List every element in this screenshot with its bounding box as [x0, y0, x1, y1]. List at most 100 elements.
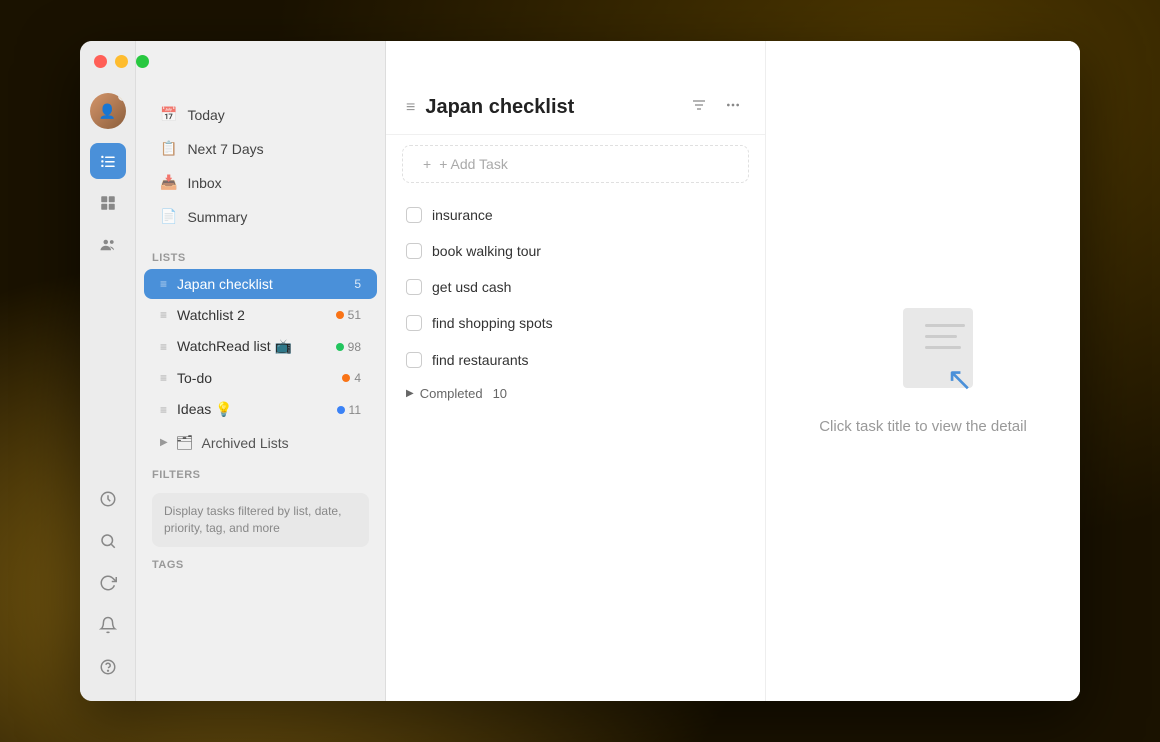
- list-item-watchread[interactable]: ≡ WatchRead list 📺 98: [144, 331, 377, 362]
- task-item[interactable]: get usd cash: [386, 269, 765, 305]
- sidebar-item-today[interactable]: 📅 Today: [144, 98, 377, 131]
- grid-icon[interactable]: [90, 185, 126, 221]
- list-item-watchlist2[interactable]: ≡ Watchlist 2 51: [144, 300, 377, 330]
- list-item-name: Watchlist 2: [177, 307, 328, 323]
- sidebar-item-label: Summary: [187, 209, 247, 225]
- badge-count: 98: [348, 340, 361, 354]
- archived-lists-item[interactable]: ▶ 🗂 Archived Lists: [144, 427, 377, 458]
- drag-icon: ≡: [160, 277, 167, 291]
- tasks-icon[interactable]: [90, 143, 126, 179]
- status-dot: [342, 374, 350, 382]
- calendar-icon: 📅: [160, 106, 177, 123]
- sidebar-item-label: Inbox: [187, 175, 221, 191]
- status-dot: [337, 406, 345, 414]
- bell-icon[interactable]: [90, 607, 126, 643]
- close-button[interactable]: [94, 55, 107, 68]
- list-badge: 5: [354, 277, 361, 291]
- detail-placeholder: ↖ Click task title to view the detail: [819, 308, 1027, 435]
- list-item-name: To-do: [177, 370, 334, 386]
- refresh-icon[interactable]: [90, 565, 126, 601]
- search-icon[interactable]: [90, 523, 126, 559]
- status-dot: [336, 343, 344, 351]
- placeholder-graphic: ↖: [873, 308, 973, 398]
- drag-icon: ≡: [160, 371, 167, 385]
- status-dot: [336, 311, 344, 319]
- task-list-panel: ≡ Japan checklist + + Add Task insurance: [386, 41, 766, 701]
- add-task-label: + Add Task: [439, 156, 508, 172]
- tasks-body: insurance book walking tour get usd cash…: [386, 193, 765, 701]
- badge-count: 4: [354, 371, 361, 385]
- maximize-button[interactable]: [136, 55, 149, 68]
- list-icon: ≡: [406, 99, 415, 117]
- filters-section: Display tasks filtered by list, date, pr…: [136, 485, 385, 555]
- completed-label: Completed: [420, 386, 483, 401]
- task-checkbox[interactable]: [406, 315, 422, 331]
- task-title[interactable]: find restaurants: [432, 352, 723, 368]
- lists-section-label: Lists: [136, 242, 385, 268]
- task-item-highlighted[interactable]: find shopping spots: [386, 305, 765, 341]
- task-item[interactable]: insurance: [386, 197, 765, 233]
- task-checkbox[interactable]: [406, 352, 422, 368]
- add-task-bar[interactable]: + + Add Task: [402, 145, 749, 183]
- chevron-right-icon: ▶: [160, 437, 168, 448]
- list-item-japan-checklist[interactable]: ≡ Japan checklist 5: [144, 269, 377, 299]
- placeholder-lines: [925, 324, 965, 349]
- placeholder-line: [925, 324, 965, 327]
- placeholder-line: [925, 346, 961, 349]
- list-item-todo[interactable]: ≡ To-do 4: [144, 363, 377, 393]
- task-list-title: Japan checklist: [425, 96, 677, 119]
- minimize-button[interactable]: [115, 55, 128, 68]
- sidebar-item-next7days[interactable]: 📋 Next 7 Days: [144, 132, 377, 165]
- icon-rail: 👤: [80, 41, 136, 701]
- task-item[interactable]: find restaurants ⊞: [386, 341, 765, 378]
- archive-icon: 🗂: [176, 434, 194, 451]
- list-item-name: Japan checklist: [177, 276, 346, 292]
- task-title[interactable]: find shopping spots: [432, 315, 745, 331]
- list-item-name: Ideas 💡: [177, 401, 329, 418]
- task-title[interactable]: insurance: [432, 207, 745, 223]
- badge-count: 11: [349, 403, 361, 417]
- sidebar-nav: 📅 Today 📋 Next 7 Days 📥 Inbox 📄 Summary: [136, 89, 385, 242]
- list-badge: 4: [342, 371, 361, 385]
- drag-icon: ≡: [160, 340, 167, 354]
- more-options-button[interactable]: [721, 93, 745, 122]
- task-checkbox[interactable]: [406, 279, 422, 295]
- badge-count: 5: [354, 277, 361, 291]
- cursor-icon: ↖: [946, 360, 973, 398]
- next-days-icon: 📋: [160, 140, 177, 157]
- help-icon[interactable]: [90, 649, 126, 685]
- archived-label: Archived Lists: [201, 435, 288, 451]
- placeholder-text: Click task title to view the detail: [819, 418, 1027, 435]
- list-badge: 98: [336, 340, 361, 354]
- task-title[interactable]: book walking tour: [432, 243, 745, 259]
- sidebar-item-label: Today: [187, 107, 224, 123]
- task-item[interactable]: book walking tour: [386, 233, 765, 269]
- avatar[interactable]: 👤: [90, 93, 126, 129]
- titlebar: [80, 41, 1080, 81]
- task-title[interactable]: get usd cash: [432, 279, 745, 295]
- badge-count: 51: [348, 308, 361, 322]
- sidebar-item-label: Next 7 Days: [187, 141, 263, 157]
- sidebar-item-inbox[interactable]: 📥 Inbox: [144, 166, 377, 199]
- sort-button[interactable]: [687, 93, 711, 122]
- task-list-header: ≡ Japan checklist: [386, 81, 765, 135]
- drag-icon: ≡: [160, 403, 167, 417]
- chevron-right-icon: ▶: [406, 388, 414, 399]
- sidebar: 📅 Today 📋 Next 7 Days 📥 Inbox 📄 Summary …: [136, 41, 386, 701]
- list-item-ideas[interactable]: ≡ Ideas 💡 11: [144, 394, 377, 425]
- list-item-name: WatchRead list 📺: [177, 338, 328, 355]
- completed-toggle[interactable]: ▶ Completed 10: [386, 378, 765, 409]
- list-badge: 11: [337, 403, 361, 417]
- drag-icon: ≡: [160, 308, 167, 322]
- task-checkbox[interactable]: [406, 207, 422, 223]
- clock-icon[interactable]: [90, 481, 126, 517]
- detail-panel: ↖ Click task title to view the detail: [766, 41, 1080, 701]
- completed-count: 10: [493, 386, 507, 401]
- placeholder-line: [925, 335, 957, 338]
- task-checkbox[interactable]: [406, 243, 422, 259]
- summary-icon: 📄: [160, 208, 177, 225]
- users-icon[interactable]: [90, 227, 126, 263]
- main-content: ≡ Japan checklist + + Add Task insurance: [386, 41, 1080, 701]
- sidebar-item-summary[interactable]: 📄 Summary: [144, 200, 377, 233]
- filters-placeholder: Display tasks filtered by list, date, pr…: [152, 493, 369, 547]
